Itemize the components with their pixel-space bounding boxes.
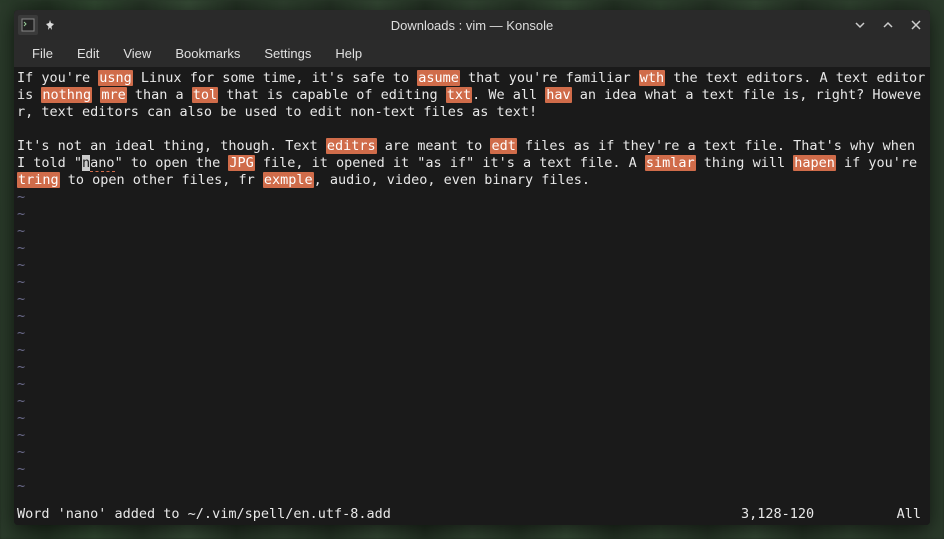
text-line[interactable]: If you're usng Linux for some time, it's… [17, 70, 927, 121]
menu-settings[interactable]: Settings [254, 42, 321, 65]
empty-line-tilde: ~ [17, 359, 927, 376]
menu-file[interactable]: File [22, 42, 63, 65]
window-title: Downloads : vim — Konsole [14, 18, 930, 33]
empty-line-tilde: ~ [17, 223, 927, 240]
empty-line-tilde: ~ [17, 257, 927, 274]
empty-line-tilde: ~ [17, 444, 927, 461]
empty-line-tilde: ~ [17, 274, 927, 291]
menu-help[interactable]: Help [325, 42, 372, 65]
empty-line-tilde: ~ [17, 308, 927, 325]
empty-line-tilde: ~ [17, 240, 927, 257]
empty-line-tilde: ~ [17, 189, 927, 206]
spell-error: asume [417, 70, 460, 86]
spell-error: wth [639, 70, 665, 86]
empty-line-tilde: ~ [17, 427, 927, 444]
spell-error: mre [100, 87, 126, 103]
spell-error: exmple [263, 172, 314, 188]
terminal-area[interactable]: If you're usng Linux for some time, it's… [14, 68, 930, 525]
close-button[interactable] [902, 10, 930, 40]
menu-edit[interactable]: Edit [67, 42, 109, 65]
vim-statusline: Word 'nano' added to ~/.vim/spell/en.utf… [17, 506, 927, 523]
spell-error: hapen [793, 155, 836, 171]
pin-icon[interactable] [44, 19, 56, 31]
empty-line-tilde: ~ [17, 325, 927, 342]
empty-line-tilde: ~ [17, 461, 927, 478]
spell-error: editrs [326, 138, 377, 154]
empty-line-tilde: ~ [17, 291, 927, 308]
maximize-button[interactable] [874, 10, 902, 40]
spell-error: tol [192, 87, 218, 103]
empty-line-tilde: ~ [17, 410, 927, 427]
empty-line-tilde: ~ [17, 478, 927, 495]
text-line[interactable]: It's not an ideal thing, though. Text ed… [17, 138, 927, 189]
spell-error: tring [17, 172, 60, 188]
spell-error: usng [98, 70, 133, 86]
empty-line-tilde: ~ [17, 376, 927, 393]
spell-error: hav [545, 87, 571, 103]
scroll-indicator: All [881, 506, 921, 523]
app-icon [18, 15, 38, 35]
menu-bookmarks[interactable]: Bookmarks [165, 42, 250, 65]
empty-line-tilde: ~ [17, 393, 927, 410]
cursor-position: 3,128-120 [741, 506, 881, 523]
empty-line-tilde: ~ [17, 342, 927, 359]
empty-line-tilde: ~ [17, 206, 927, 223]
blank-line [17, 121, 927, 138]
konsole-window: Downloads : vim — Konsole File Edit View… [14, 10, 930, 525]
status-message: Word 'nano' added to ~/.vim/spell/en.utf… [17, 506, 391, 523]
spell-error: JPG [228, 155, 254, 171]
spell-error: txt [446, 87, 472, 103]
minimize-button[interactable] [846, 10, 874, 40]
titlebar[interactable]: Downloads : vim — Konsole [14, 10, 930, 40]
spell-error: simlar [645, 155, 696, 171]
spell-error: nothng [41, 87, 92, 103]
menubar: File Edit View Bookmarks Settings Help [14, 40, 930, 68]
vim-buffer[interactable]: If you're usng Linux for some time, it's… [17, 70, 927, 506]
spell-error: edt [490, 138, 516, 154]
menu-view[interactable]: View [113, 42, 161, 65]
